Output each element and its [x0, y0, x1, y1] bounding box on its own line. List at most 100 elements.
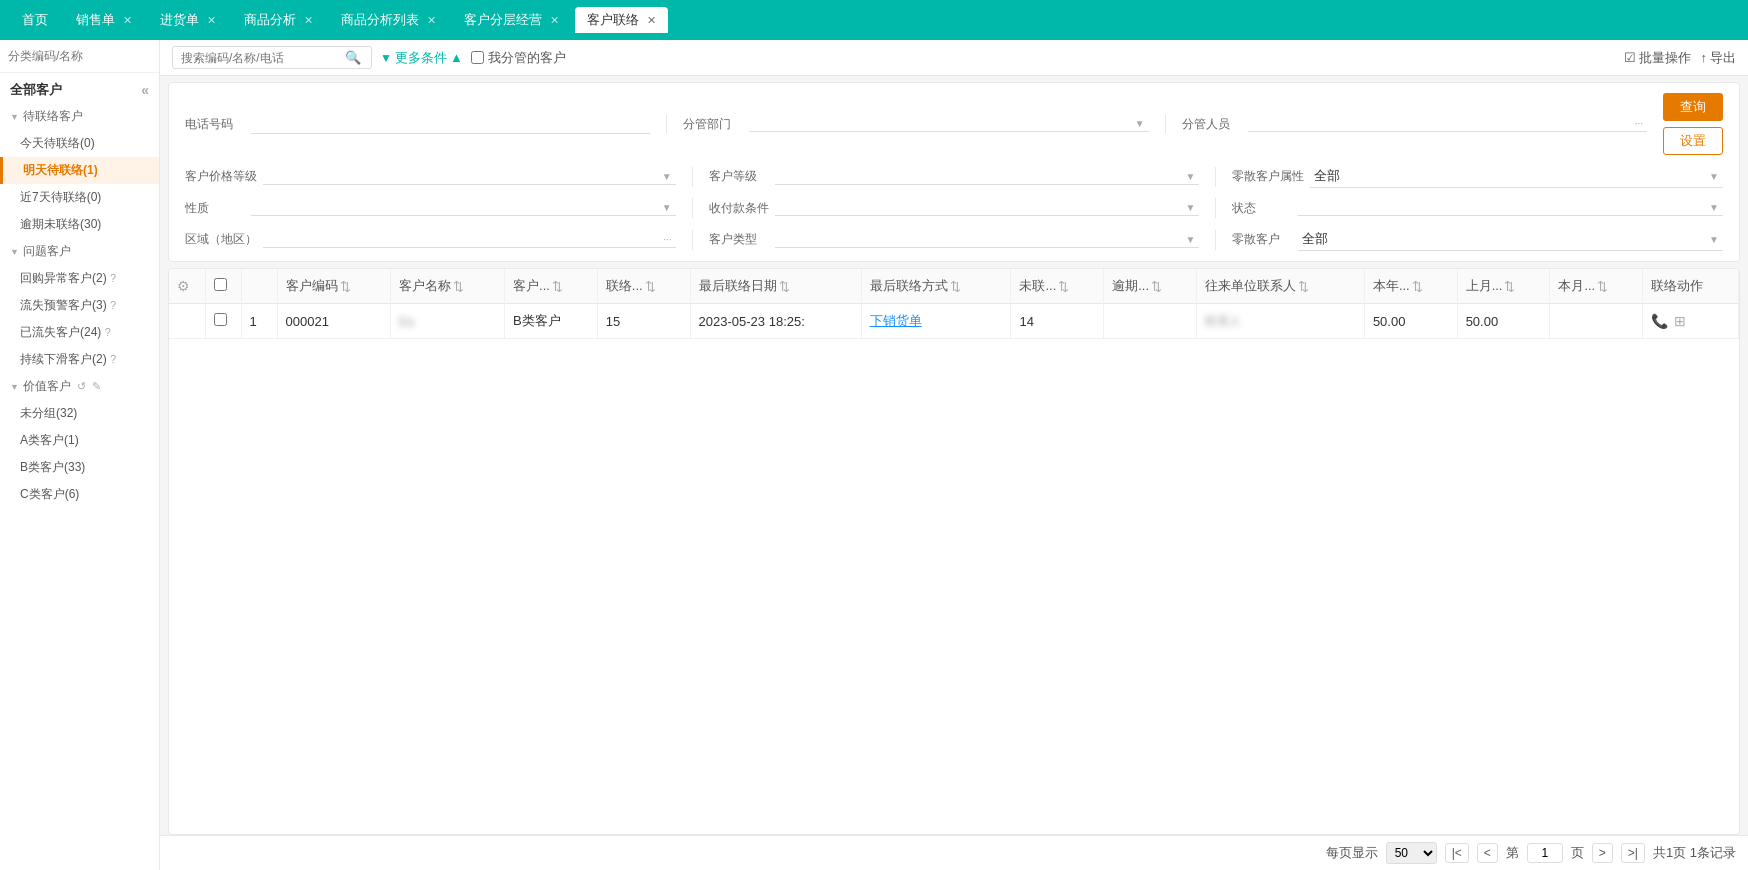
row-checkbox[interactable]: [214, 313, 227, 326]
nav-home[interactable]: 首页: [10, 7, 60, 33]
filter-status-select[interactable]: ▼: [1298, 200, 1723, 216]
filter-price-select[interactable]: ▼: [263, 169, 676, 185]
filter-region-select[interactable]: ···: [263, 232, 676, 248]
sidebar-search-input[interactable]: [8, 49, 158, 63]
nav-tab-analysis-list[interactable]: 商品分析列表 ✕: [329, 7, 448, 33]
query-button[interactable]: 查询: [1663, 93, 1723, 121]
sidebar-item-lost[interactable]: 已流失客户(24) ?: [0, 319, 159, 346]
phone-action-icon[interactable]: 📞: [1651, 313, 1668, 329]
filter-cust-type-select[interactable]: ▼: [775, 232, 1200, 248]
filter-payment-label: 收付款条件: [709, 200, 769, 217]
nav-tab-customer-contact[interactable]: 客户联络 ✕: [575, 7, 668, 33]
col-not-contacted[interactable]: 未联...⇅: [1011, 269, 1104, 304]
more-filter-button[interactable]: ▼ 更多条件 ▲: [380, 49, 463, 67]
filter-retail-attr-select[interactable]: 全部 ▼: [1310, 165, 1723, 188]
all-customers-header[interactable]: 全部客户 «: [0, 73, 159, 103]
next-page-button[interactable]: >: [1592, 843, 1613, 863]
filter-manager-label: 分管人员: [1182, 116, 1242, 133]
filter-phone-input[interactable]: [251, 115, 650, 134]
nav-tab-sales[interactable]: 销售单 ✕: [64, 7, 144, 33]
cell-contact: 15: [597, 304, 690, 339]
filter-row-3: 性质 ▼ 收付款条件 ▼ 状态: [185, 198, 1723, 218]
per-page-label: 每页显示: [1326, 844, 1378, 862]
chevron-down-icon9: ▼: [1185, 234, 1195, 245]
close-analysis-list-tab-icon[interactable]: ✕: [427, 14, 436, 27]
col-checkbox[interactable]: [205, 269, 241, 304]
sidebar-group-value[interactable]: 价值客户 ↺ ✎: [0, 373, 159, 400]
filter-payment-select[interactable]: ▼: [775, 200, 1200, 216]
col-last-month[interactable]: 上月...⇅: [1457, 269, 1550, 304]
my-customer-checkbox-area[interactable]: 我分管的客户: [471, 49, 566, 67]
close-analysis-tab-icon[interactable]: ✕: [304, 14, 313, 27]
cell-not-contacted: 14: [1011, 304, 1104, 339]
filter-cust-level-select[interactable]: ▼: [775, 169, 1200, 185]
divider6: [1215, 198, 1216, 218]
col-company-contact[interactable]: 往来单位联系人⇅: [1196, 269, 1364, 304]
col-customer-type[interactable]: 客户...⇅: [505, 269, 598, 304]
filter-retail-select[interactable]: 全部 ▼: [1298, 228, 1723, 251]
sidebar-item-repurchase[interactable]: 回购异常客户(2) ?: [0, 265, 159, 292]
last-method-link[interactable]: 下销货单: [870, 313, 922, 328]
filter-retail-label: 零散客户: [1232, 231, 1292, 248]
filter-nature-select[interactable]: ▼: [251, 200, 676, 216]
divider3: [692, 167, 693, 187]
settings-icon[interactable]: ⚙: [177, 278, 190, 294]
sidebar-item-today[interactable]: 今天待联络(0): [0, 130, 159, 157]
col-customer-name[interactable]: 客户名称⇅: [391, 269, 505, 304]
main-search-icon[interactable]: 🔍: [345, 50, 361, 65]
cell-action: 📞 ⊞: [1643, 304, 1739, 339]
col-settings[interactable]: ⚙: [169, 269, 205, 304]
filter-status: 状态 ▼: [1232, 200, 1723, 217]
filter-price-level: 客户价格等级 ▼: [185, 168, 676, 185]
nav-tab-customer-tier[interactable]: 客户分层经营 ✕: [452, 7, 571, 33]
sidebar-item-declining[interactable]: 持续下滑客户(2) ?: [0, 346, 159, 373]
sidebar-item-typeA[interactable]: A类客户(1): [0, 427, 159, 454]
batch-operation-button[interactable]: ☑ 批量操作: [1624, 49, 1691, 67]
sidebar-item-overdue[interactable]: 逾期未联络(30): [0, 211, 159, 238]
col-this-month[interactable]: 本月...⇅: [1550, 269, 1643, 304]
sidebar-item-week[interactable]: 近7天待联络(0): [0, 184, 159, 211]
close-purchase-tab-icon[interactable]: ✕: [207, 14, 216, 27]
filter-row-4: 区域（地区） ··· 客户类型 ▼ 零散客户: [185, 228, 1723, 251]
sidebar-item-churn[interactable]: 流失预警客户(3) ?: [0, 292, 159, 319]
prev-page-button[interactable]: <: [1477, 843, 1498, 863]
sidebar-item-typeB[interactable]: B类客户(33): [0, 454, 159, 481]
main-layout: 🔍 全部客户 « 待联络客户 今天待联络(0) 明天待联络(1) 近7天待联络(…: [0, 40, 1748, 870]
page-suffix: 页: [1571, 844, 1584, 862]
col-action: 联络动作: [1643, 269, 1739, 304]
col-overdue[interactable]: 逾期...⇅: [1104, 269, 1197, 304]
sidebar-item-ungrouped[interactable]: 未分组(32): [0, 400, 159, 427]
sidebar-group-pending[interactable]: 待联络客户: [0, 103, 159, 130]
col-customer-code[interactable]: 客户编码⇅: [277, 269, 391, 304]
col-this-year[interactable]: 本年...⇅: [1364, 269, 1457, 304]
sidebar-item-typeC[interactable]: C类客户(6): [0, 481, 159, 508]
page-number-input[interactable]: [1527, 843, 1563, 863]
nav-tab-analysis[interactable]: 商品分析 ✕: [232, 7, 325, 33]
select-all-checkbox[interactable]: [214, 278, 227, 291]
filter-manager-select[interactable]: ···: [1248, 116, 1647, 132]
close-customer-tier-tab-icon[interactable]: ✕: [550, 14, 559, 27]
per-page-select[interactable]: 50 100 200: [1386, 842, 1437, 864]
collapse-icon[interactable]: «: [141, 82, 149, 98]
grid-action-icon[interactable]: ⊞: [1674, 313, 1686, 329]
col-contact[interactable]: 联络...⇅: [597, 269, 690, 304]
col-last-contact-method[interactable]: 最后联络方式⇅: [861, 269, 1011, 304]
first-page-button[interactable]: |<: [1445, 843, 1469, 863]
nav-tab-purchase[interactable]: 进货单 ✕: [148, 7, 228, 33]
filter-department: 分管部门 ▼: [683, 116, 1148, 133]
reset-button[interactable]: 设置: [1663, 127, 1723, 155]
close-sales-tab-icon[interactable]: ✕: [123, 14, 132, 27]
last-page-button[interactable]: >|: [1621, 843, 1645, 863]
cell-checkbox[interactable]: [205, 304, 241, 339]
col-last-contact-date[interactable]: 最后联络日期⇅: [690, 269, 861, 304]
my-customer-checkbox[interactable]: [471, 51, 484, 64]
close-customer-contact-tab-icon[interactable]: ✕: [647, 14, 656, 27]
sidebar-group-problem[interactable]: 问题客户: [0, 238, 159, 265]
sidebar-item-tomorrow[interactable]: 明天待联络(1): [0, 157, 159, 184]
chevron-down-icon8: ▼: [1709, 202, 1719, 213]
filter-dept-select[interactable]: ▼: [749, 116, 1148, 132]
main-search-input[interactable]: [181, 51, 341, 65]
main-search-box[interactable]: 🔍: [172, 46, 372, 69]
export-button[interactable]: ↑ 导出: [1701, 49, 1737, 67]
checkbox-icon: ☑: [1624, 50, 1636, 65]
